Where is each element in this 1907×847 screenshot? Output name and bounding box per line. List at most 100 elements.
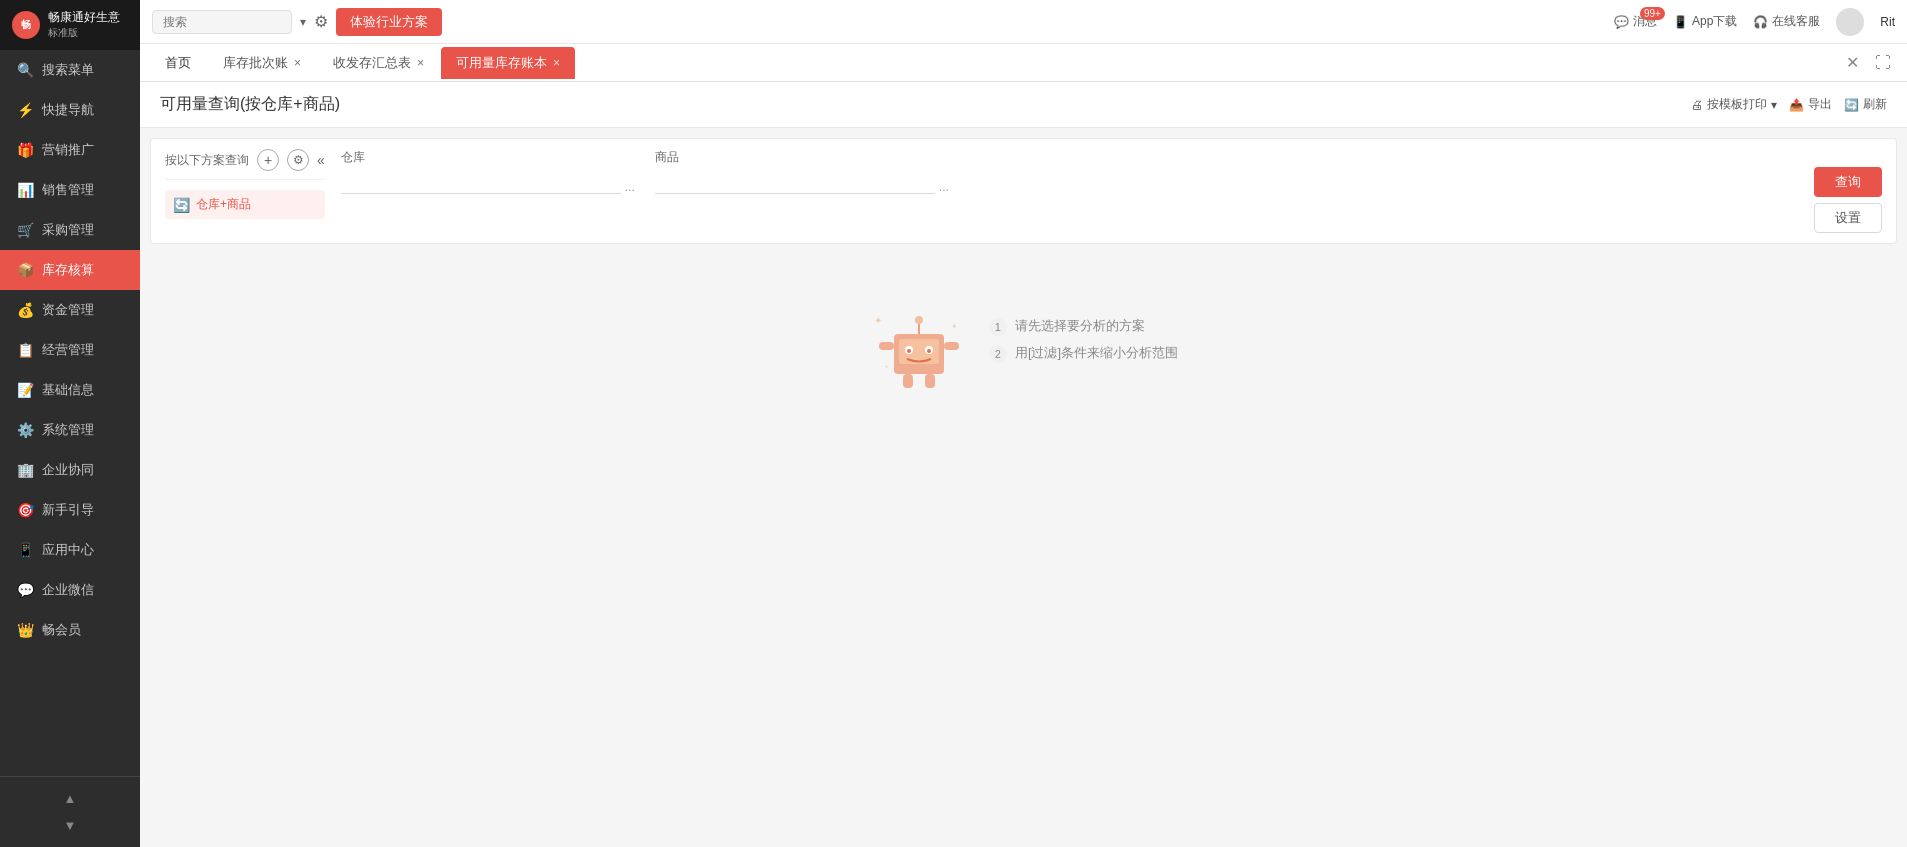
sidebar-label-member: 畅会员: [42, 621, 81, 639]
empty-tip-1-text: 请先选择要分析的方案: [1015, 317, 1145, 335]
svg-point-7: [915, 316, 923, 324]
expand-tab-button[interactable]: ⛶: [1869, 51, 1897, 74]
phone-icon: 📱: [1673, 15, 1688, 29]
close-tab-button[interactable]: ✕: [1840, 51, 1865, 74]
sidebar-item-purchase[interactable]: 🛒 采购管理: [0, 210, 140, 250]
tab-collect-summary[interactable]: 收发存汇总表 ×: [318, 47, 439, 79]
wechat-icon: 💬: [16, 581, 34, 599]
topbar-dropdown-icon[interactable]: ▾: [300, 15, 306, 29]
sidebar-label-operations: 经营管理: [42, 341, 94, 359]
sidebar-label-finance: 资金管理: [42, 301, 94, 319]
sidebar-label-shortcut: 快捷导航: [42, 101, 94, 119]
tab-label-available-qty: 可用量库存账本: [456, 54, 547, 72]
warehouse-more-btn[interactable]: ...: [625, 180, 635, 194]
topbar-app-download[interactable]: 📱 App下载: [1673, 13, 1737, 30]
sidebar-item-member[interactable]: 👑 畅会员: [0, 610, 140, 650]
sidebar-label-enterprise: 企业协同: [42, 461, 94, 479]
warehouse-field-label: 仓库: [341, 149, 635, 166]
content-area: 可用量查询(按仓库+商品) 🖨 按模板打印 ▾ 📤 导出 🔄 刷新: [140, 82, 1907, 847]
empty-illustration: ✦ ✦ ✦: [869, 294, 969, 394]
warehouse-input[interactable]: [341, 170, 621, 194]
sidebar-item-enterprise[interactable]: 🏢 企业协同: [0, 450, 140, 490]
message-badge: 99+: [1640, 7, 1665, 20]
page-actions: 🖨 按模板打印 ▾ 📤 导出 🔄 刷新: [1691, 96, 1887, 113]
tab-close-available-qty[interactable]: ×: [553, 56, 560, 70]
export-button[interactable]: 📤 导出: [1789, 96, 1832, 113]
sidebar-item-newbie[interactable]: 🎯 新手引导: [0, 490, 140, 530]
tab-close-collect-summary[interactable]: ×: [417, 56, 424, 70]
tabs-right-controls: ✕ ⛶: [1840, 51, 1897, 74]
refresh-button[interactable]: 🔄 刷新: [1844, 96, 1887, 113]
empty-tip-1: 1 请先选择要分析的方案: [989, 317, 1178, 336]
filter-fields: 仓库 ... 商品 ...: [341, 149, 1798, 194]
sidebar-item-wechat[interactable]: 💬 企业微信: [0, 570, 140, 610]
tab-batch-ledger[interactable]: 库存批次账 ×: [208, 47, 316, 79]
filter-collapse-button[interactable]: «: [317, 152, 325, 168]
trial-button[interactable]: 体验行业方案: [336, 8, 442, 36]
sidebar-subtitle: 标准版: [48, 26, 120, 40]
print-dropdown-icon: ▾: [1771, 98, 1777, 112]
topbar-message[interactable]: 💬 消息 99+: [1614, 13, 1657, 30]
topbar-online-service[interactable]: 🎧 在线客服: [1753, 13, 1820, 30]
topbar: ▾ ⚙ 体验行业方案 💬 消息 99+ 📱 App下载 🎧 在线客服 Rit: [140, 0, 1907, 44]
scheme-label: 仓库+商品: [196, 196, 251, 213]
svg-text:✦: ✦: [874, 315, 882, 326]
svg-rect-10: [903, 374, 913, 388]
query-button[interactable]: 查询: [1814, 167, 1882, 197]
filter-header: 按以下方案查询 + ⚙ «: [165, 149, 325, 180]
sidebar-item-operations[interactable]: 📋 经营管理: [0, 330, 140, 370]
tab-home[interactable]: 首页: [150, 47, 206, 79]
empty-state: ✦ ✦ ✦ 1 请先选择要分析的方案 2 用[过滤]条件来缩小分析范围: [140, 254, 1907, 434]
print-button[interactable]: 🖨 按模板打印 ▾: [1691, 96, 1777, 113]
sidebar-label-purchase: 采购管理: [42, 221, 94, 239]
finance-icon: 💰: [16, 301, 34, 319]
tab-bar: 首页 库存批次账 × 收发存汇总表 × 可用量库存账本 × ✕ ⛶: [140, 44, 1907, 82]
sidebar-label-newbie: 新手引导: [42, 501, 94, 519]
svg-rect-8: [879, 342, 894, 350]
sidebar-item-sales[interactable]: 📊 销售管理: [0, 170, 140, 210]
sidebar-label-apps: 应用中心: [42, 541, 94, 559]
svg-rect-11: [925, 374, 935, 388]
sidebar-item-apps[interactable]: 📱 应用中心: [0, 530, 140, 570]
sidebar-item-inventory[interactable]: 📦 库存核算: [0, 250, 140, 290]
sidebar-item-basic[interactable]: 📝 基础信息: [0, 370, 140, 410]
user-avatar[interactable]: [1836, 8, 1864, 36]
sidebar-scroll-down[interactable]: ▼: [0, 812, 140, 839]
sidebar-item-marketing[interactable]: 🎁 营销推广: [0, 130, 140, 170]
scheme-item-warehouse-goods[interactable]: 🔄 仓库+商品: [165, 190, 325, 219]
settings-button[interactable]: 设置: [1814, 203, 1882, 233]
empty-tip-2-text: 用[过滤]条件来缩小分析范围: [1015, 344, 1178, 362]
filter-area: 按以下方案查询 + ⚙ « 🔄 仓库+商品 仓库: [150, 138, 1897, 244]
apps-icon: 📱: [16, 541, 34, 559]
sidebar-item-shortcut[interactable]: ⚡ 快捷导航: [0, 90, 140, 130]
topbar-search-input[interactable]: [152, 10, 292, 34]
goods-more-btn[interactable]: ...: [939, 180, 949, 194]
filter-scheme-settings-button[interactable]: ⚙: [287, 149, 309, 171]
marketing-icon: 🎁: [16, 141, 34, 159]
svg-text:✦: ✦: [884, 364, 889, 370]
sidebar-item-search[interactable]: 🔍 搜索菜单: [0, 50, 140, 90]
main-area: ▾ ⚙ 体验行业方案 💬 消息 99+ 📱 App下载 🎧 在线客服 Rit 首…: [140, 0, 1907, 847]
sidebar-item-system[interactable]: ⚙️ 系统管理: [0, 410, 140, 450]
sidebar-title: 畅康通好生意: [48, 10, 120, 26]
sidebar: 畅 畅康通好生意 标准版 🔍 搜索菜单 ⚡ 快捷导航 🎁 营销推广 📊 销售管理…: [0, 0, 140, 847]
tab-close-batch-ledger[interactable]: ×: [294, 56, 301, 70]
shortcut-icon: ⚡: [16, 101, 34, 119]
goods-input[interactable]: [655, 170, 935, 194]
topbar-gear-icon[interactable]: ⚙: [314, 12, 328, 31]
newbie-icon: 🎯: [16, 501, 34, 519]
sidebar-item-finance[interactable]: 💰 资金管理: [0, 290, 140, 330]
sidebar-label-sales: 销售管理: [42, 181, 94, 199]
tab-available-qty[interactable]: 可用量库存账本 ×: [441, 47, 575, 79]
sales-icon: 📊: [16, 181, 34, 199]
tab-label-home: 首页: [165, 54, 191, 72]
filter-add-button[interactable]: +: [257, 149, 279, 171]
topbar-actions: 💬 消息 99+ 📱 App下载 🎧 在线客服 Rit: [1614, 8, 1895, 36]
filter-action-buttons: 查询 设置: [1814, 149, 1882, 233]
sidebar-scroll-up[interactable]: ▲: [0, 785, 140, 812]
filter-scheme-section: 按以下方案查询 + ⚙ « 🔄 仓库+商品: [165, 149, 325, 219]
page-header: 可用量查询(按仓库+商品) 🖨 按模板打印 ▾ 📤 导出 🔄 刷新: [140, 82, 1907, 128]
sidebar-header: 畅 畅康通好生意 标准版: [0, 0, 140, 50]
sidebar-label-basic: 基础信息: [42, 381, 94, 399]
sidebar-bottom: ▲ ▼: [0, 776, 140, 847]
